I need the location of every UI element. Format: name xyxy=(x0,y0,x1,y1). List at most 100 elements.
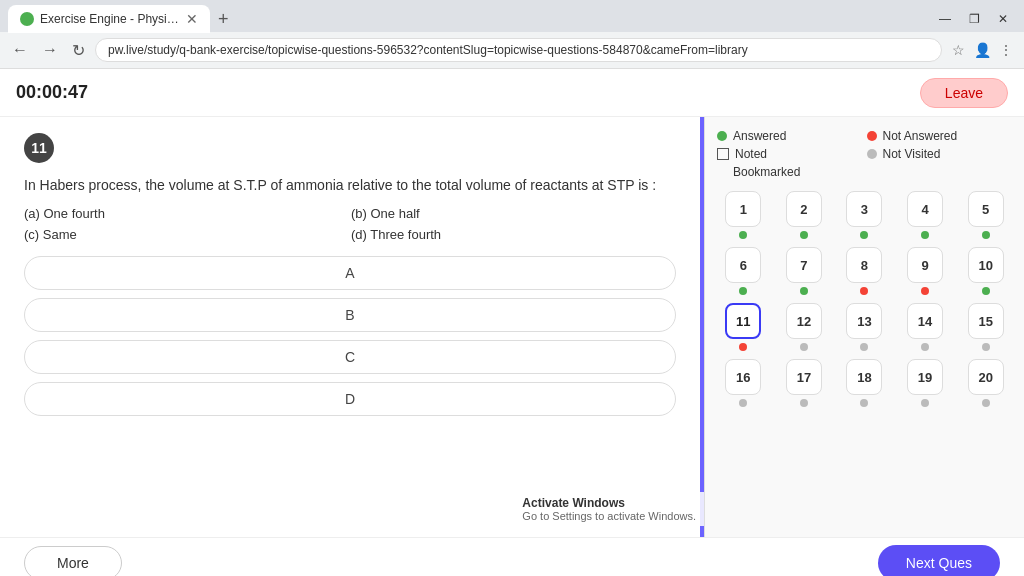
question-cell-dot-8 xyxy=(860,287,868,295)
question-cell-dot-2 xyxy=(800,231,808,239)
timer-display: 00:00:47 xyxy=(16,82,88,103)
answered-label: Answered xyxy=(733,129,786,143)
question-cell-number-16: 16 xyxy=(725,359,761,395)
question-cell-9[interactable]: 9 xyxy=(899,247,952,295)
question-cell-dot-4 xyxy=(921,231,929,239)
legend-noted: Noted xyxy=(717,147,863,161)
question-cell-10[interactable]: 10 xyxy=(959,247,1012,295)
menu-icon[interactable]: ⋮ xyxy=(996,40,1016,60)
question-cell-dot-7 xyxy=(800,287,808,295)
profile-icon[interactable]: 👤 xyxy=(972,40,992,60)
not-visited-dot xyxy=(867,149,877,159)
legend-not-answered: Not Answered xyxy=(867,129,1013,143)
question-cell-13[interactable]: 13 xyxy=(838,303,891,351)
new-tab-button[interactable]: + xyxy=(210,9,237,30)
options-grid: (a) One fourth (b) One half (c) Same (d)… xyxy=(24,204,676,244)
question-cell-number-2: 2 xyxy=(786,191,822,227)
question-number: 11 xyxy=(24,133,54,163)
back-button[interactable]: ← xyxy=(8,39,32,61)
reload-button[interactable]: ↻ xyxy=(68,39,89,62)
option-d: (d) Three fourth xyxy=(351,225,676,244)
tab-favicon xyxy=(20,12,34,26)
question-cell-dot-18 xyxy=(860,399,868,407)
legend-not-visited: Not Visited xyxy=(867,147,1013,161)
question-cell-15[interactable]: 15 xyxy=(959,303,1012,351)
question-cell-dot-13 xyxy=(860,343,868,351)
question-cell-1[interactable]: 1 xyxy=(717,191,770,239)
question-cell-dot-6 xyxy=(739,287,747,295)
active-tab[interactable]: Exercise Engine - Physics Wallah ✕ xyxy=(8,5,210,33)
question-text: In Habers process, the volume at S.T.P o… xyxy=(24,175,676,196)
question-cell-11[interactable]: 11 xyxy=(717,303,770,351)
question-cell-dot-9 xyxy=(921,287,929,295)
question-cell-number-6: 6 xyxy=(725,247,761,283)
answer-option-d[interactable]: D xyxy=(24,382,676,416)
legend-bookmarked: Bookmarked xyxy=(717,165,863,179)
question-cell-dot-15 xyxy=(982,343,990,351)
not-visited-label: Not Visited xyxy=(883,147,941,161)
not-answered-dot xyxy=(867,131,877,141)
legend-answered: Answered xyxy=(717,129,863,143)
question-cell-3[interactable]: 3 xyxy=(838,191,891,239)
question-cell-12[interactable]: 12 xyxy=(778,303,831,351)
answer-option-a[interactable]: A xyxy=(24,256,676,290)
not-answered-label: Not Answered xyxy=(883,129,958,143)
question-cell-dot-1 xyxy=(739,231,747,239)
question-cell-number-17: 17 xyxy=(786,359,822,395)
main-content: 11 In Habers process, the volume at S.T.… xyxy=(0,117,1024,537)
question-cell-7[interactable]: 7 xyxy=(778,247,831,295)
leave-button[interactable]: Leave xyxy=(920,78,1008,108)
question-cell-number-19: 19 xyxy=(907,359,943,395)
question-cell-number-13: 13 xyxy=(846,303,882,339)
question-cell-18[interactable]: 18 xyxy=(838,359,891,407)
forward-button[interactable]: → xyxy=(38,39,62,61)
tab-close-button[interactable]: ✕ xyxy=(186,11,198,27)
question-cell-number-3: 3 xyxy=(846,191,882,227)
question-cell-number-7: 7 xyxy=(786,247,822,283)
question-cell-dot-12 xyxy=(800,343,808,351)
question-cell-6[interactable]: 6 xyxy=(717,247,770,295)
answer-option-b[interactable]: B xyxy=(24,298,676,332)
question-cell-number-20: 20 xyxy=(968,359,1004,395)
question-cell-dot-5 xyxy=(982,231,990,239)
next-question-button[interactable]: Next Ques xyxy=(878,545,1000,577)
question-cell-14[interactable]: 14 xyxy=(899,303,952,351)
question-cell-number-5: 5 xyxy=(968,191,1004,227)
noted-icon xyxy=(717,148,729,160)
more-button[interactable]: More xyxy=(24,546,122,577)
maximize-button[interactable]: ❐ xyxy=(961,10,988,28)
question-cell-dot-10 xyxy=(982,287,990,295)
option-b: (b) One half xyxy=(351,204,676,223)
address-bar: ← → ↻ ☆ 👤 ⋮ xyxy=(0,32,1024,68)
question-cell-16[interactable]: 16 xyxy=(717,359,770,407)
address-bar-icons: ☆ 👤 ⋮ xyxy=(948,40,1016,60)
question-cell-19[interactable]: 19 xyxy=(899,359,952,407)
question-cell-5[interactable]: 5 xyxy=(959,191,1012,239)
question-cell-number-10: 10 xyxy=(968,247,1004,283)
question-cell-2[interactable]: 2 xyxy=(778,191,831,239)
question-cell-20[interactable]: 20 xyxy=(959,359,1012,407)
option-a: (a) One fourth xyxy=(24,204,349,223)
minimize-button[interactable]: — xyxy=(931,10,959,28)
question-cell-8[interactable]: 8 xyxy=(838,247,891,295)
question-grid: 1234567891011121314151617181920 xyxy=(717,191,1012,407)
close-window-button[interactable]: ✕ xyxy=(990,10,1016,28)
question-cell-dot-14 xyxy=(921,343,929,351)
bookmarked-label: Bookmarked xyxy=(733,165,800,179)
question-cell-dot-16 xyxy=(739,399,747,407)
browser-chrome: Exercise Engine - Physics Wallah ✕ + — ❐… xyxy=(0,0,1024,69)
question-panel: 11 In Habers process, the volume at S.T.… xyxy=(0,117,700,537)
question-cell-number-18: 18 xyxy=(846,359,882,395)
url-input[interactable] xyxy=(95,38,942,62)
question-cell-dot-17 xyxy=(800,399,808,407)
question-cell-number-9: 9 xyxy=(907,247,943,283)
question-cell-dot-3 xyxy=(860,231,868,239)
question-nav-panel: Answered Not Answered Noted Not Visited … xyxy=(704,117,1024,537)
question-cell-17[interactable]: 17 xyxy=(778,359,831,407)
question-cell-dot-19 xyxy=(921,399,929,407)
bookmark-icon[interactable]: ☆ xyxy=(948,40,968,60)
answer-option-c[interactable]: C xyxy=(24,340,676,374)
app-header: 00:00:47 Leave xyxy=(0,69,1024,117)
question-cell-4[interactable]: 4 xyxy=(899,191,952,239)
tab-title: Exercise Engine - Physics Wallah xyxy=(40,12,180,26)
